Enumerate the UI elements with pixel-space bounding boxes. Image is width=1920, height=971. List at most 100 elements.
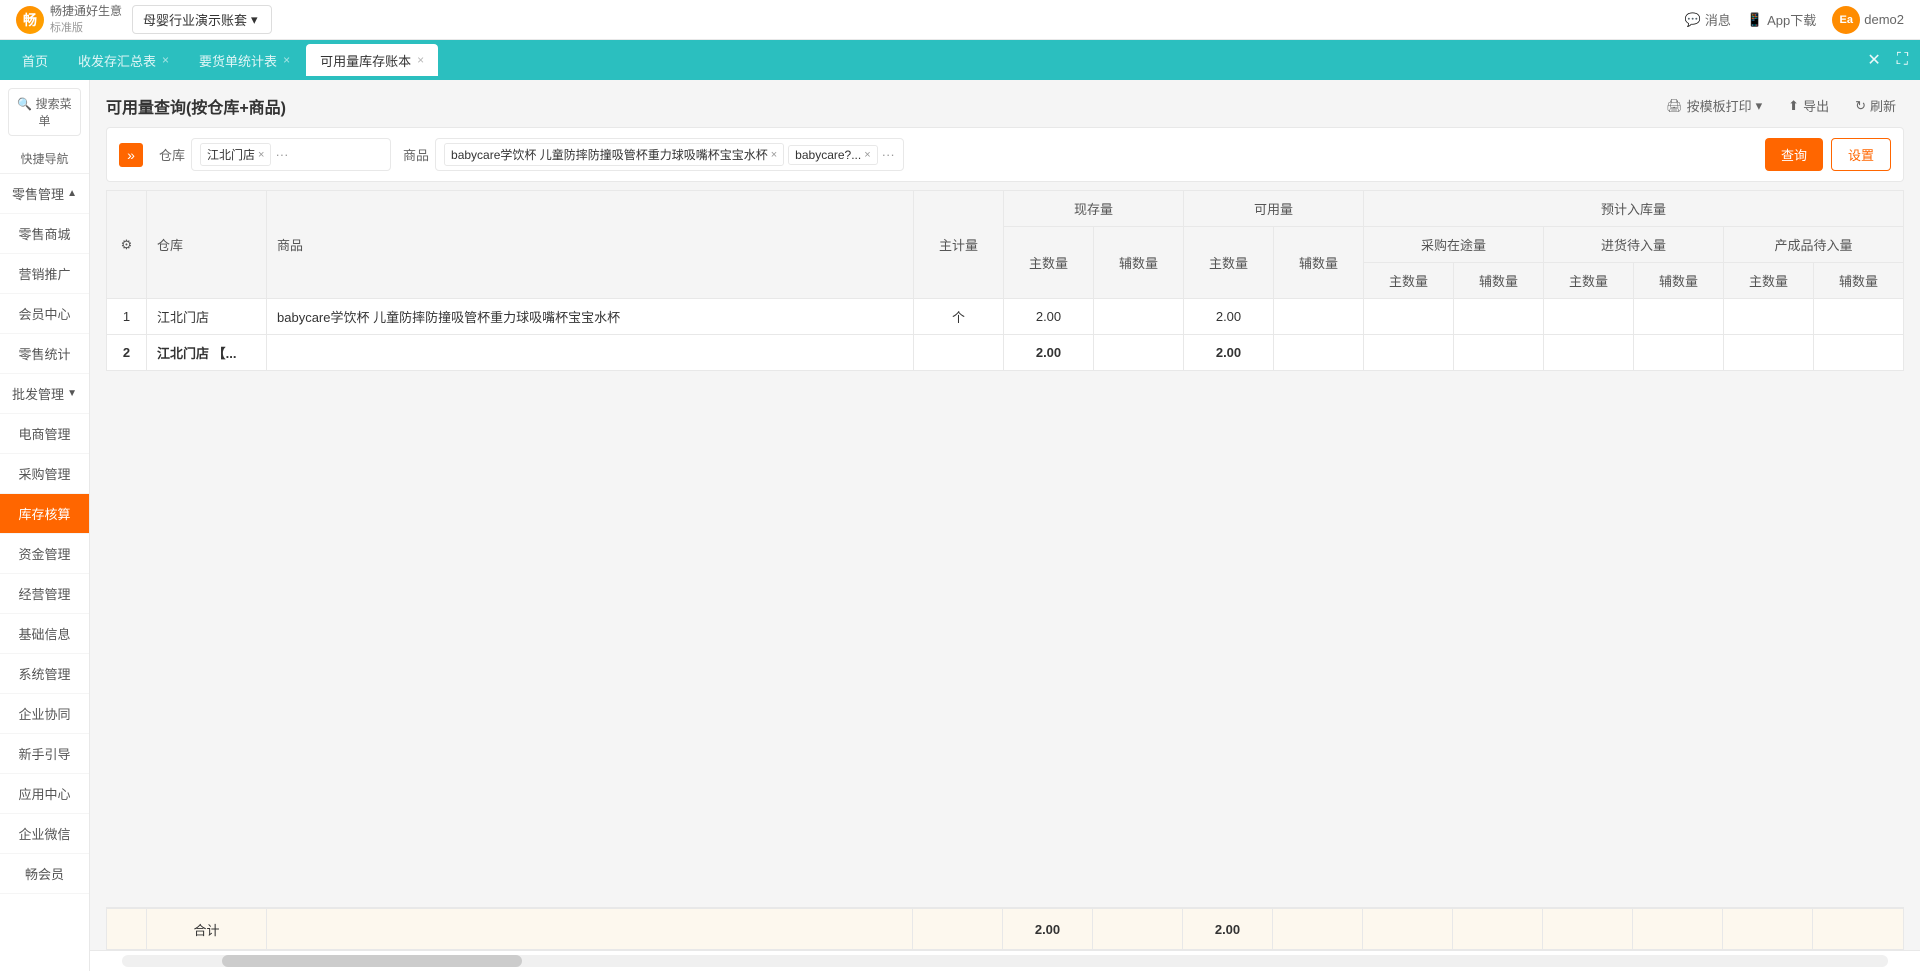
sidebar-item-wholesale[interactable]: 批发管理 ▼ (0, 374, 89, 414)
th-avail-main: 主数量 (1184, 227, 1274, 299)
page-title: 可用量查询(按仓库+商品) (106, 94, 286, 118)
product-more-icon[interactable]: ··· (882, 147, 895, 162)
footer-purchase-aux (1453, 909, 1543, 949)
print-icon: 🖨 (1666, 98, 1683, 114)
sidebar-item-enterprise-collab[interactable]: 企业协同 (0, 694, 89, 734)
sidebar-item-retail-management[interactable]: 零售管理 ▲ (0, 174, 89, 214)
product-tag-1: babycare学饮杯 儿童防摔防撞吸管杯重力球吸嘴杯宝宝水杯 × (444, 143, 784, 166)
logo-area: 畅 畅捷通好生意 标准版 (16, 4, 122, 36)
footer-avail-main: 2.00 (1183, 909, 1273, 949)
sidebar-item-retail-mall[interactable]: 零售商城 (0, 214, 89, 254)
filter-expand-button[interactable]: » (119, 143, 143, 167)
sidebar-item-purchasing[interactable]: 采购管理 (0, 454, 89, 494)
sidebar-item-system[interactable]: 系统管理 (0, 654, 89, 694)
tab-home[interactable]: 首页 (8, 44, 62, 76)
table-row: 2 江北门店 【... 2.00 2.00 (107, 335, 1904, 371)
sidebar-item-marketing[interactable]: 营销推广 (0, 254, 89, 294)
cell-unit-1: 个 (914, 299, 1004, 335)
cell-incoming-main-1 (1544, 299, 1634, 335)
remove-product-tag[interactable]: × (771, 149, 777, 161)
footer-avail-aux (1273, 909, 1363, 949)
cell-produced-main-1 (1724, 299, 1814, 335)
warehouse-more-icon[interactable]: ··· (275, 147, 288, 162)
sidebar-item-member[interactable]: 畅会员 (0, 854, 89, 894)
footer-produced-main (1723, 909, 1813, 949)
content-area: 可用量查询(按仓库+商品) 🖨 按模板打印 ▾ ⬆ 导出 ↻ 刷新 (90, 80, 1920, 971)
tab-available-stock[interactable]: 可用量库存账本 × (306, 44, 438, 76)
remove-product-tag2[interactable]: × (864, 149, 870, 161)
refresh-button[interactable]: ↻ 刷新 (1847, 92, 1904, 119)
sidebar-quick-nav[interactable]: 快捷导航 (0, 144, 89, 174)
th-product: 商品 (267, 191, 914, 299)
query-button[interactable]: 查询 (1765, 138, 1823, 171)
topbar-left: 畅 畅捷通好生意 标准版 母婴行业演示账套 ▾ (16, 4, 272, 36)
tab-stock-summary[interactable]: 收发存汇总表 × (64, 44, 183, 76)
sidebar-item-newbie-guide[interactable]: 新手引导 (0, 734, 89, 774)
double-right-icon: » (127, 147, 135, 163)
expand-icon[interactable]: ⛶ (1893, 47, 1912, 73)
footer-incoming-aux (1633, 909, 1723, 949)
filter-area: » 仓库 江北门店 × ··· 商品 (106, 127, 1904, 182)
scroll-thumb[interactable] (222, 955, 522, 967)
horizontal-scrollbar[interactable] (122, 955, 1888, 967)
cell-produced-aux-2 (1814, 335, 1904, 371)
sidebar-item-ecommerce[interactable]: 电商管理 (0, 414, 89, 454)
logo-icon: 畅 (16, 6, 44, 34)
cell-seq-1: 1 (107, 299, 147, 335)
page-actions: 🖨 按模板打印 ▾ ⬆ 导出 ↻ 刷新 (1658, 92, 1904, 119)
tab-order-stats[interactable]: 要货单统计表 × (185, 44, 304, 76)
th-produced-aux: 辅数量 (1814, 263, 1904, 299)
sidebar-item-operations[interactable]: 经营管理 (0, 574, 89, 614)
settings-button[interactable]: 设置 (1831, 138, 1891, 171)
footer-product-cell (267, 909, 913, 949)
cell-avail-main-2: 2.00 (1184, 335, 1274, 371)
footer-row: 合计 2.00 2.00 (107, 909, 1903, 949)
close-tab-available-stock[interactable]: × (417, 53, 424, 67)
logo-text: 畅捷通好生意 (50, 4, 122, 20)
th-settings: ⚙ (107, 191, 147, 299)
cell-seq-2: 2 (107, 335, 147, 371)
cell-purchase-main-1 (1364, 299, 1454, 335)
close-tab-order-stats[interactable]: × (283, 53, 290, 67)
sidebar-item-wechat-enterprise[interactable]: 企业微信 (0, 814, 89, 854)
product-input[interactable]: babycare学饮杯 儿童防摔防撞吸管杯重力球吸嘴杯宝宝水杯 × babyca… (435, 138, 904, 171)
close-all-tabs-icon[interactable]: ✕ (1863, 46, 1884, 74)
sidebar-search-button[interactable]: 🔍 搜索菜单 (8, 88, 81, 136)
close-tab-stock-summary[interactable]: × (162, 53, 169, 67)
export-button[interactable]: ⬆ 导出 (1780, 92, 1837, 119)
print-button[interactable]: 🖨 按模板打印 ▾ (1658, 92, 1770, 119)
app-icon: 📱 (1747, 12, 1763, 28)
sidebar-item-retail-stats[interactable]: 零售统计 (0, 334, 89, 374)
chevron-icon: ▲ (67, 188, 77, 199)
sidebar-item-finance[interactable]: 资金管理 (0, 534, 89, 574)
cell-incoming-aux-1 (1634, 299, 1724, 335)
th-stock-main: 主数量 (1004, 227, 1094, 299)
footer-incoming-main (1543, 909, 1633, 949)
sidebar-item-basic-info[interactable]: 基础信息 (0, 614, 89, 654)
cell-warehouse-1: 江北门店 (147, 299, 267, 335)
nav-tabs: 首页 收发存汇总表 × 要货单统计表 × 可用量库存账本 × ✕ ⛶ (0, 40, 1920, 80)
sidebar-item-inventory[interactable]: 库存核算 (0, 494, 89, 534)
remove-warehouse-tag[interactable]: × (258, 149, 264, 161)
app-download-action[interactable]: 📱 App下载 (1747, 10, 1816, 29)
search-icon: 🔍 (17, 97, 32, 111)
sidebar-item-app-center[interactable]: 应用中心 (0, 774, 89, 814)
settings-icon[interactable]: ⚙ (121, 237, 133, 252)
user-action[interactable]: Ea demo2 (1832, 6, 1904, 34)
cell-incoming-main-2 (1544, 335, 1634, 371)
filter-actions: 查询 设置 (1765, 138, 1891, 171)
footer-stock-main: 2.00 (1003, 909, 1093, 949)
table-wrapper: ⚙ 仓库 商品 主计量 现存量 可用量 预计入库量 主数量 辅数量 主数量 辅数… (90, 190, 1920, 907)
footer-unit-cell (913, 909, 1003, 949)
cell-warehouse-2: 江北门店 【... (147, 335, 267, 371)
th-incoming-pending: 进货待入量 (1544, 227, 1724, 263)
avatar: Ea (1832, 6, 1860, 34)
message-action[interactable]: 💬 消息 (1685, 10, 1731, 29)
cell-purchase-aux-2 (1454, 335, 1544, 371)
warehouse-input[interactable]: 江北门店 × ··· (191, 138, 391, 171)
export-icon: ⬆ (1788, 98, 1799, 114)
industry-selector[interactable]: 母婴行业演示账套 ▾ (132, 5, 272, 34)
cell-stock-aux-1 (1094, 299, 1184, 335)
th-incoming-aux: 辅数量 (1634, 263, 1724, 299)
sidebar-item-member-center[interactable]: 会员中心 (0, 294, 89, 334)
